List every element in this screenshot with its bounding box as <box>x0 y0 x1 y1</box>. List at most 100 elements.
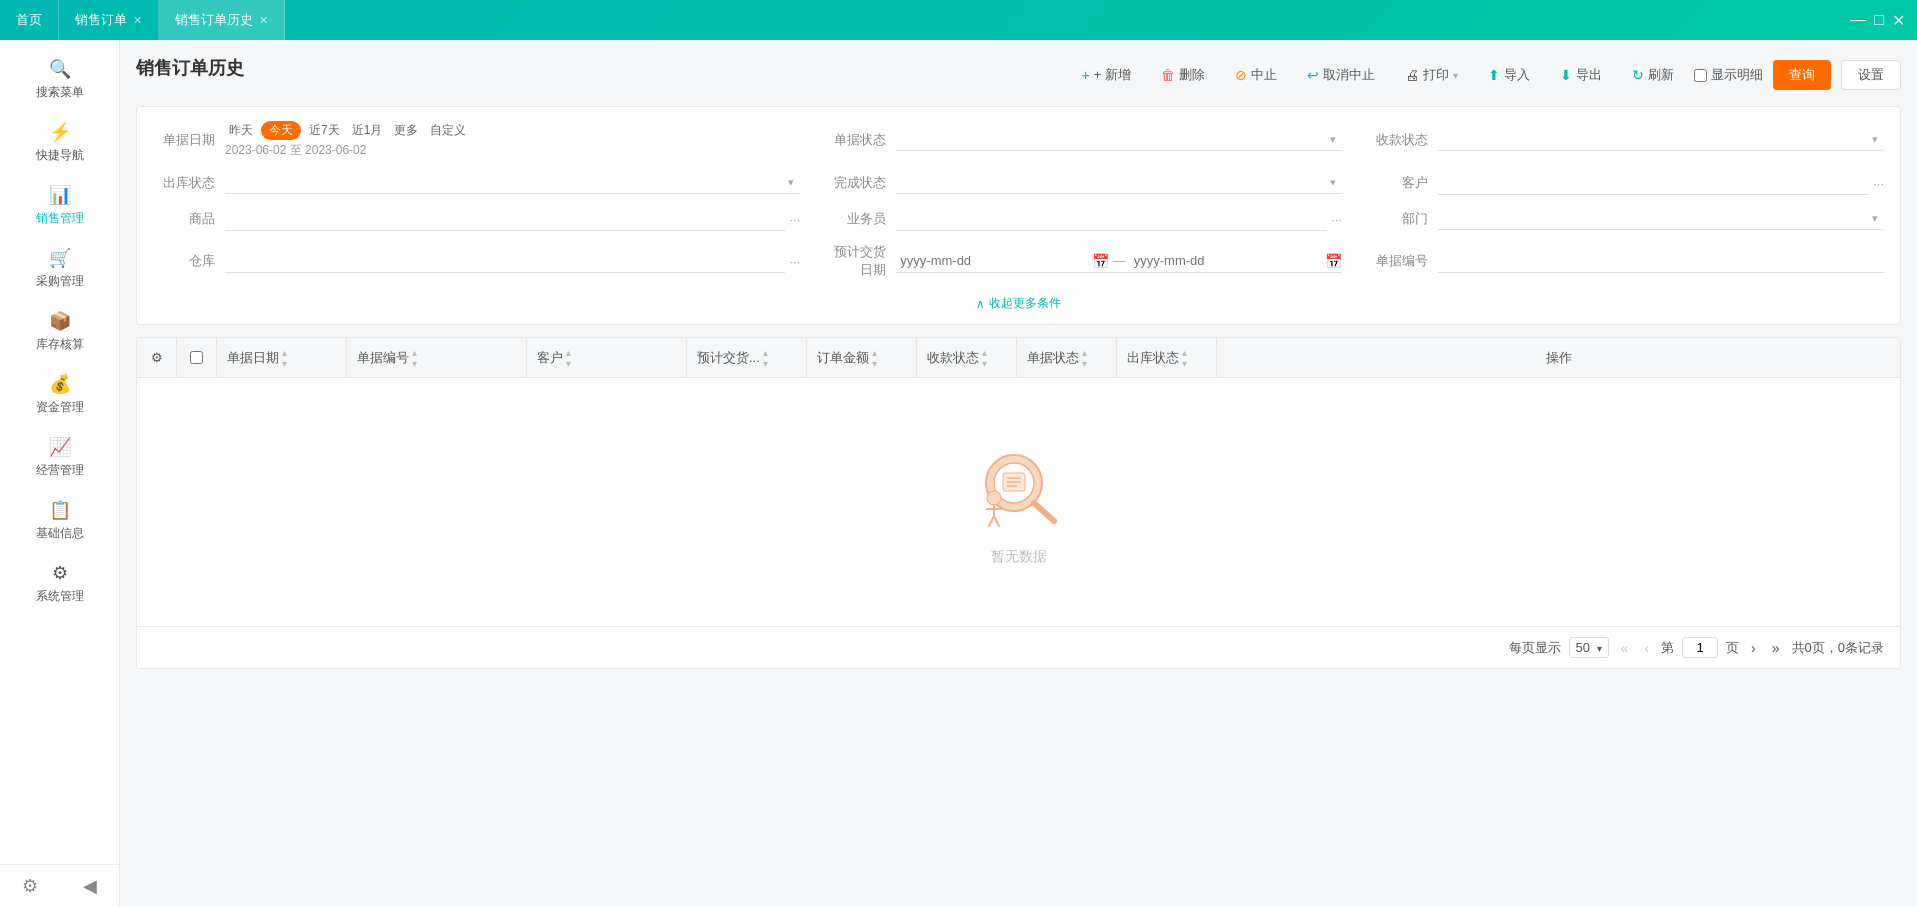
date-btn-custom[interactable]: 自定义 <box>426 121 470 140</box>
refresh-button[interactable]: ↻ 刷新 <box>1622 62 1684 88</box>
th-date-label: 单据日期 <box>227 349 279 367</box>
th-checkbox[interactable] <box>177 338 217 377</box>
stop-button[interactable]: ⊘ 中止 <box>1225 62 1287 88</box>
close-tab-history-icon[interactable]: ✕ <box>259 14 268 27</box>
salesman-input[interactable] <box>896 207 1327 231</box>
operations-icon: 📈 <box>49 436 71 458</box>
sidebar-item-inventory[interactable]: 📦 库存核算 <box>0 300 119 363</box>
sidebar-item-operations[interactable]: 📈 经营管理 <box>0 426 119 489</box>
select-all-checkbox[interactable] <box>190 351 203 364</box>
sidebar-item-search[interactable]: 🔍 搜索菜单 <box>0 48 119 111</box>
th-wh[interactable]: 出库状态 ▴▾ <box>1117 338 1217 377</box>
page-size-select[interactable]: 50 ▾ <box>1569 637 1609 658</box>
sidebar-item-basic-info[interactable]: 📋 基础信息 <box>0 489 119 552</box>
sidebar-item-purchase[interactable]: 🛒 采购管理 <box>0 237 119 300</box>
collapse-bar[interactable]: ∧ 收起更多条件 <box>153 291 1884 316</box>
tab-sales-order-history[interactable]: 销售订单历史 ✕ <box>159 0 285 40</box>
complete-select[interactable]: ▾ <box>896 172 1342 194</box>
sidebar-item-basic-info-label: 基础信息 <box>36 525 84 542</box>
new-button[interactable]: + + 新增 <box>1072 62 1141 88</box>
date-btn-more[interactable]: 更多 <box>390 121 422 140</box>
dept-select[interactable]: ▾ <box>1438 208 1884 230</box>
date-btn-today[interactable]: 今天 <box>261 121 301 140</box>
cancel-stop-button[interactable]: ↩ 取消中止 <box>1297 62 1385 88</box>
payment-status-label: 收款状态 <box>1366 131 1438 149</box>
sales-icon: 📊 <box>49 184 71 206</box>
filter-row-4: 仓库 ··· 预计交货日期 📅 — 📅 单据编号 <box>153 243 1884 279</box>
settings-button[interactable]: 设置 <box>1841 60 1901 90</box>
sidebar-collapse-icon[interactable]: ◀ <box>83 875 97 897</box>
maximize-icon[interactable]: □ <box>1874 11 1884 29</box>
page-size-label: 每页显示 <box>1509 639 1561 657</box>
query-button[interactable]: 查询 <box>1773 60 1831 90</box>
cancel-stop-icon: ↩ <box>1307 67 1319 83</box>
stock-out-dropdown-icon: ▾ <box>788 176 794 189</box>
calendar-start-icon[interactable]: 📅 <box>1092 253 1109 269</box>
sidebar-item-sales[interactable]: 📊 销售管理 <box>0 174 119 237</box>
tab-sales-order-history-label: 销售订单历史 <box>175 11 253 29</box>
sidebar-item-system[interactable]: ⚙ 系统管理 <box>0 552 119 615</box>
product-input[interactable] <box>225 207 785 231</box>
filter-delivery-date: 预计交货日期 📅 — 📅 <box>824 243 1342 279</box>
th-delivery[interactable]: 预计交货... ▴▾ <box>687 338 807 377</box>
th-amount[interactable]: 订单金额 ▴▾ <box>807 338 917 377</box>
filter-stock-out: 出库状态 ▾ <box>153 172 800 194</box>
minimize-icon[interactable]: — <box>1850 11 1866 29</box>
tab-home-label: 首页 <box>16 11 42 29</box>
close-tab-sales-order-icon[interactable]: ✕ <box>133 14 142 27</box>
sidebar-item-finance-label: 资金管理 <box>36 399 84 416</box>
top-bar-actions: — □ ✕ <box>1838 11 1917 30</box>
date-btn-yesterday[interactable]: 昨天 <box>225 121 257 140</box>
calendar-end-icon[interactable]: 📅 <box>1325 253 1342 269</box>
sidebar-item-quicknav[interactable]: ⚡ 快捷导航 <box>0 111 119 174</box>
customer-input[interactable] <box>1438 171 1869 195</box>
warehouse-dots[interactable]: ··· <box>789 254 800 269</box>
status-dropdown-icon: ▾ <box>1330 133 1336 146</box>
th-date[interactable]: 单据日期 ▴▾ <box>217 338 347 377</box>
tab-sales-order[interactable]: 销售订单 ✕ <box>59 0 159 40</box>
export-icon: ⬇ <box>1560 67 1572 83</box>
svg-line-2 <box>1034 503 1054 521</box>
th-payment[interactable]: 收款状态 ▴▾ <box>917 338 1017 377</box>
customer-dots[interactable]: ··· <box>1873 176 1884 191</box>
salesman-dots[interactable]: ··· <box>1331 212 1342 227</box>
product-dots[interactable]: ··· <box>789 212 800 227</box>
export-button[interactable]: ⬇ 导出 <box>1550 62 1612 88</box>
empty-text: 暂无数据 <box>991 548 1047 566</box>
sidebar-item-finance[interactable]: 💰 资金管理 <box>0 363 119 426</box>
sidebar-settings-icon[interactable]: ⚙ <box>22 875 38 897</box>
th-amount-label: 订单金额 <box>817 349 869 367</box>
first-page-button[interactable]: « <box>1617 638 1633 658</box>
quicknav-icon: ⚡ <box>49 121 71 143</box>
date-btn-1month[interactable]: 近1月 <box>348 121 387 140</box>
top-bar-tabs: 首页 销售订单 ✕ 销售订单历史 ✕ <box>0 0 1838 40</box>
display-detail-checkbox[interactable]: 显示明细 <box>1694 66 1763 84</box>
th-gear[interactable]: ⚙ <box>137 338 177 377</box>
display-detail-input[interactable] <box>1694 69 1707 82</box>
warehouse-input[interactable] <box>225 249 785 273</box>
delivery-date-end[interactable] <box>1130 249 1321 272</box>
print-button[interactable]: 🖨 打印 ▾ <box>1395 62 1468 88</box>
salesman-label: 业务员 <box>824 210 896 228</box>
delete-button[interactable]: 🗑 删除 <box>1151 62 1215 88</box>
delivery-date-start[interactable] <box>896 249 1087 272</box>
import-button[interactable]: ⬆ 导入 <box>1478 62 1540 88</box>
th-status[interactable]: 单据状态 ▴▾ <box>1017 338 1117 377</box>
date-btn-7days[interactable]: 近7天 <box>305 121 344 140</box>
status-select[interactable]: ▾ <box>896 129 1342 151</box>
tab-home[interactable]: 首页 <box>0 0 59 40</box>
window-close-icon[interactable]: ✕ <box>1892 11 1905 30</box>
prev-page-button[interactable]: ‹ <box>1640 638 1653 658</box>
payment-status-select[interactable]: ▾ <box>1438 129 1884 151</box>
th-orderno[interactable]: 单据编号 ▴▾ <box>347 338 527 377</box>
sidebar-bottom: ⚙ ◀ <box>0 864 119 907</box>
next-page-button[interactable]: › <box>1747 638 1760 658</box>
current-page-input[interactable] <box>1682 637 1718 658</box>
date-range-area: 昨天 今天 近7天 近1月 更多 自定义 2023-06-02 至 2023-0… <box>225 121 800 159</box>
order-no-input[interactable] <box>1438 249 1884 273</box>
th-action-label: 操作 <box>1546 349 1572 367</box>
stock-out-select[interactable]: ▾ <box>225 172 800 194</box>
th-customer[interactable]: 客户 ▴▾ <box>527 338 687 377</box>
last-page-button[interactable]: » <box>1768 638 1784 658</box>
payment-dropdown-icon: ▾ <box>1872 133 1878 146</box>
